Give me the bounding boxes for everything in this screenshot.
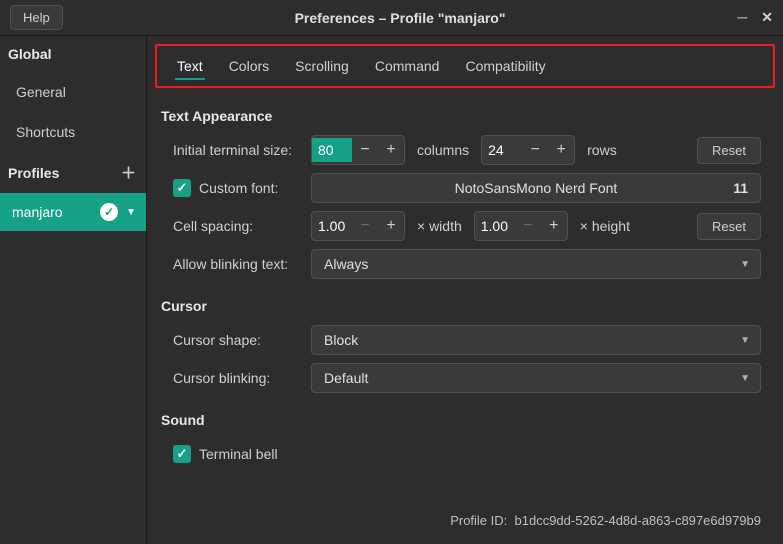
font-size-value: 11	[733, 180, 748, 196]
section-cursor: Cursor	[161, 298, 761, 314]
cell-width-stepper[interactable]: − +	[311, 211, 405, 241]
profile-id-value: b1dcc9dd-5262-4d8d-a863-c897e6d979b9	[515, 513, 762, 528]
font-name: NotoSansMono Nerd Font	[324, 180, 748, 196]
sidebar-header-global: Global	[0, 36, 146, 72]
reset-spacing-button[interactable]: Reset	[697, 213, 761, 240]
cursor-shape-label: Cursor shape:	[161, 332, 311, 348]
font-picker-button[interactable]: NotoSansMono Nerd Font 11	[311, 173, 761, 203]
chevron-down-icon[interactable]: ▼	[126, 207, 136, 218]
custom-font-checkbox[interactable]: ✓	[173, 179, 191, 197]
cell-height-stepper[interactable]: − +	[474, 211, 568, 241]
tab-colors[interactable]: Colors	[227, 54, 271, 78]
cursor-blinking-dropdown[interactable]: Default ▼	[311, 363, 761, 393]
cursor-blinking-label: Cursor blinking:	[161, 370, 311, 386]
sidebar-item-shortcuts[interactable]: Shortcuts	[0, 112, 146, 152]
titlebar: Help Preferences – Profile "manjaro" ─ ✕	[0, 0, 783, 36]
tab-text[interactable]: Text	[175, 54, 205, 78]
minimize-button[interactable]: ─	[737, 9, 747, 26]
sidebar: Global General Shortcuts Profiles ＋ manj…	[0, 36, 147, 544]
reset-size-button[interactable]: Reset	[697, 137, 761, 164]
cell-height-input[interactable]	[475, 214, 515, 238]
tab-scrolling[interactable]: Scrolling	[293, 54, 351, 78]
columns-minus-icon[interactable]: −	[352, 136, 378, 164]
profile-id-footer: Profile ID: b1dcc9dd-5262-4d8d-a863-c897…	[147, 513, 783, 544]
cursor-shape-dropdown[interactable]: Block ▼	[311, 325, 761, 355]
columns-input[interactable]	[312, 138, 352, 162]
tab-compatibility[interactable]: Compatibility	[463, 54, 547, 78]
close-button[interactable]: ✕	[761, 9, 773, 26]
columns-plus-icon[interactable]: +	[378, 136, 404, 164]
cell-height-plus-icon[interactable]: +	[541, 212, 567, 240]
columns-unit: columns	[417, 142, 469, 158]
window-controls: ─ ✕	[737, 9, 773, 26]
window-title: Preferences – Profile "manjaro"	[63, 10, 738, 26]
section-text-appearance: Text Appearance	[161, 108, 761, 124]
width-unit: × width	[417, 218, 462, 234]
allow-blinking-dropdown[interactable]: Always ▼	[311, 249, 761, 279]
tabs-highlight-box: Text Colors Scrolling Command Compatibil…	[155, 44, 775, 88]
cell-width-minus-icon: −	[352, 212, 378, 240]
rows-input[interactable]	[482, 138, 522, 162]
columns-stepper[interactable]: − +	[311, 135, 405, 165]
rows-unit: rows	[587, 142, 617, 158]
profile-id-label: Profile ID:	[450, 513, 507, 528]
terminal-bell-checkbox[interactable]: ✓	[173, 445, 191, 463]
cell-width-plus-icon[interactable]: +	[378, 212, 404, 240]
cell-width-input[interactable]	[312, 214, 352, 238]
section-sound: Sound	[161, 412, 761, 428]
sidebar-item-manjaro[interactable]: manjaro ✓ ▼	[0, 193, 146, 231]
chevron-down-icon: ▼	[740, 259, 750, 270]
cell-spacing-label: Cell spacing:	[161, 218, 311, 234]
initial-size-label: Initial terminal size:	[161, 142, 311, 158]
help-button[interactable]: Help	[10, 5, 63, 30]
rows-minus-icon[interactable]: −	[522, 136, 548, 164]
custom-font-label: Custom font:	[199, 180, 278, 196]
add-profile-icon[interactable]: ＋	[121, 162, 136, 183]
chevron-down-icon: ▼	[740, 373, 750, 384]
allow-blinking-label: Allow blinking text:	[161, 256, 311, 272]
sidebar-item-general[interactable]: General	[0, 72, 146, 112]
rows-stepper[interactable]: − +	[481, 135, 575, 165]
profile-default-icon: ✓	[100, 203, 118, 221]
cell-height-minus-icon: −	[515, 212, 541, 240]
rows-plus-icon[interactable]: +	[548, 136, 574, 164]
chevron-down-icon: ▼	[740, 335, 750, 346]
sidebar-header-profiles: Profiles ＋	[0, 152, 146, 193]
tab-command[interactable]: Command	[373, 54, 442, 78]
terminal-bell-label: Terminal bell	[199, 446, 278, 462]
height-unit: × height	[580, 218, 630, 234]
